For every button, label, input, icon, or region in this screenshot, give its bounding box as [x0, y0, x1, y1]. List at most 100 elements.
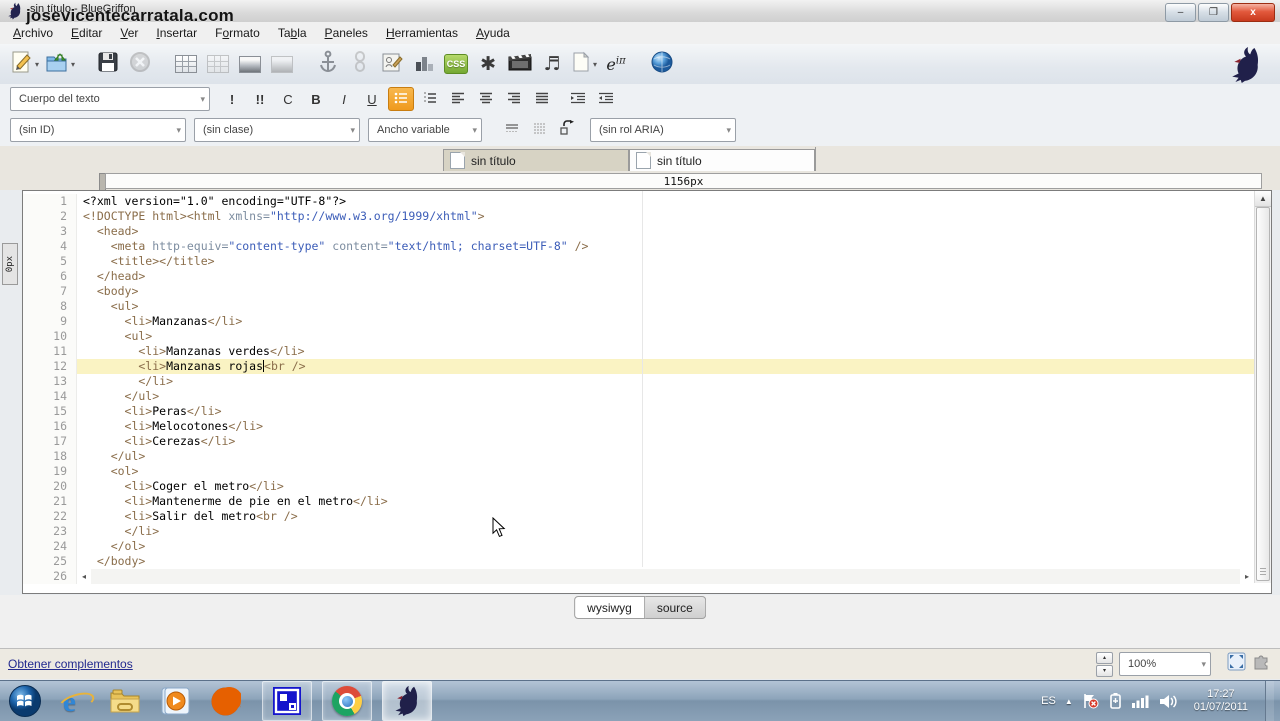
insert-image-button[interactable]	[237, 49, 263, 79]
scroll-up-arrow-icon[interactable]: ▲	[1255, 191, 1271, 207]
code-line[interactable]: 2 <!DOCTYPE html><html xmlns="http://www.…	[23, 209, 1254, 224]
close-button[interactable]: x	[1231, 3, 1275, 22]
insert-audio-button[interactable]: ♬	[539, 49, 565, 79]
width-mode-select[interactable]: Ancho variable ▾	[368, 118, 482, 142]
menu-ver[interactable]: Ver	[111, 23, 147, 43]
bullet-list-button[interactable]	[388, 87, 414, 111]
insert-math-button[interactable]: eiπ	[603, 49, 629, 79]
preview-in-browser-button[interactable]	[649, 49, 675, 79]
align-right-button[interactable]	[502, 88, 526, 110]
menu-ayuda[interactable]: Ayuda	[467, 23, 519, 43]
zoom-decrease-button[interactable]: ▾	[1096, 664, 1113, 677]
restore-button[interactable]: ❐	[1198, 3, 1229, 22]
code-line[interactable]: 18 </ul>	[23, 449, 1254, 464]
align-left-button[interactable]	[446, 88, 470, 110]
horizontal-scrollbar[interactable]	[91, 569, 1240, 584]
code-line[interactable]: 21 <li>Mantenerme de pie en el metro</li…	[23, 494, 1254, 509]
menu-herramientas[interactable]: Herramientas	[377, 23, 467, 43]
document-tab-1[interactable]: sin título	[443, 149, 629, 171]
vertical-scrollbar-thumb[interactable]	[1256, 207, 1270, 581]
menu-archivo[interactable]: Archivo	[4, 23, 62, 43]
taskbar-recorder-app[interactable]	[262, 681, 312, 721]
indent-button[interactable]	[566, 88, 590, 110]
aria-role-select[interactable]: (sin rol ARIA) ▾	[590, 118, 736, 142]
code-lines[interactable]: 1 <?xml version="1.0" encoding="UTF-8"?> 2…	[23, 194, 1254, 569]
vertical-scrollbar[interactable]: ▲	[1254, 191, 1271, 583]
code-line[interactable]: 14 </ul>	[23, 389, 1254, 404]
code-line[interactable]: 24 </ol>	[23, 539, 1254, 554]
numbered-list-button[interactable]	[418, 88, 442, 110]
justify-button[interactable]	[530, 88, 554, 110]
code-line[interactable]: 17 <li>Cerezas</li>	[23, 434, 1254, 449]
id-select[interactable]: (sin ID) ▾	[10, 118, 186, 142]
code-line[interactable]: 19 <ol>	[23, 464, 1254, 479]
show-desktop-button[interactable]	[1265, 681, 1274, 721]
menu-insertar[interactable]: Insertar	[147, 23, 206, 43]
code-line[interactable]: 15 <li>Peras</li>	[23, 404, 1254, 419]
language-indicator[interactable]: ES	[1041, 695, 1056, 707]
form-button[interactable]	[379, 49, 405, 79]
horizontal-ruler[interactable]: 1156px	[105, 173, 1262, 189]
code-line[interactable]: 12 <li>Manzanas rojas<br />	[23, 359, 1254, 374]
underline-button[interactable]: U	[360, 88, 384, 110]
code-line[interactable]: 22 <li>Salir del metro<br />	[23, 509, 1254, 524]
code-line[interactable]: 16 <li>Melocotones</li>	[23, 419, 1254, 434]
scroll-right-arrow-icon[interactable]: ▸	[1240, 569, 1254, 584]
zoom-select[interactable]: 100% ▾	[1119, 652, 1211, 676]
borders-dense-button[interactable]	[528, 119, 552, 141]
wysiwyg-view-button[interactable]: wysiwyg	[574, 596, 645, 619]
taskbar-clock[interactable]: 17:27 01/07/2011	[1186, 688, 1256, 714]
code-line[interactable]: 25 </body>	[23, 554, 1254, 569]
stop-button[interactable]	[127, 49, 153, 79]
table-properties-button[interactable]	[205, 49, 231, 79]
code-line[interactable]: 10 <ul>	[23, 329, 1254, 344]
zoom-increase-button[interactable]: ▴	[1096, 651, 1113, 664]
italic-button[interactable]: I	[332, 88, 356, 110]
code-line[interactable]: 9 <li>Manzanas</li>	[23, 314, 1254, 329]
taskbar-bluegriffon[interactable]	[382, 681, 432, 721]
code-line[interactable]: 3 <head>	[23, 224, 1254, 239]
code-style-button[interactable]: C	[276, 88, 300, 110]
vertical-ruler-tab[interactable]: 0px	[2, 243, 18, 285]
code-line[interactable]: 4 <meta http-equiv="content-type" conten…	[23, 239, 1254, 254]
taskbar-internet-explorer[interactable]: e	[55, 682, 97, 720]
code-line[interactable]: 1 <?xml version="1.0" encoding="UTF-8"?>	[23, 194, 1254, 209]
document-tab-2[interactable]: sin título	[629, 149, 815, 171]
taskbar-windows-explorer[interactable]	[105, 682, 145, 720]
align-center-button[interactable]	[474, 88, 498, 110]
image-properties-button[interactable]	[269, 49, 295, 79]
start-button[interactable]	[5, 682, 45, 720]
get-addons-link[interactable]: Obtener complementos	[8, 657, 133, 671]
insert-table-button[interactable]	[173, 49, 199, 79]
menu-editar[interactable]: Editar	[62, 23, 111, 43]
code-line[interactable]: 11 <li>Manzanas verdes</li>	[23, 344, 1254, 359]
minimize-button[interactable]: –	[1165, 3, 1196, 22]
anchor-button[interactable]	[315, 49, 341, 79]
code-line[interactable]: 20 <li>Coger el metro</li>	[23, 479, 1254, 494]
volume-icon[interactable]	[1159, 694, 1177, 709]
chart-button[interactable]	[411, 49, 437, 79]
code-line[interactable]: 23 </li>	[23, 524, 1254, 539]
save-button[interactable]	[95, 49, 121, 79]
menu-formato[interactable]: Formato	[206, 23, 269, 43]
rotate-button[interactable]	[556, 119, 580, 141]
insert-video-button[interactable]	[507, 49, 533, 79]
bold-button[interactable]: B	[304, 88, 328, 110]
template-button[interactable]: ▾	[571, 49, 597, 79]
code-line[interactable]: 8 <ul>	[23, 299, 1254, 314]
paragraph-style-select[interactable]: Cuerpo del texto ▾	[10, 87, 210, 111]
open-file-button[interactable]: ▾	[45, 49, 75, 79]
special-character-button[interactable]: ✱	[475, 49, 501, 79]
scroll-left-arrow-icon[interactable]: ◂	[77, 569, 91, 584]
action-center-icon[interactable]	[1082, 693, 1099, 709]
link-button[interactable]	[347, 49, 373, 79]
power-icon[interactable]	[1108, 693, 1123, 709]
class-select[interactable]: (sin clase) ▾	[194, 118, 360, 142]
emphasis-button[interactable]: !	[220, 88, 244, 110]
code-line[interactable]: 13 </li>	[23, 374, 1254, 389]
borders-light-button[interactable]	[500, 119, 524, 141]
taskbar-media-player[interactable]	[155, 682, 195, 720]
code-line[interactable]: 7 <body>	[23, 284, 1254, 299]
taskbar-chrome[interactable]	[322, 681, 372, 721]
taskbar-firefox[interactable]	[205, 682, 245, 720]
